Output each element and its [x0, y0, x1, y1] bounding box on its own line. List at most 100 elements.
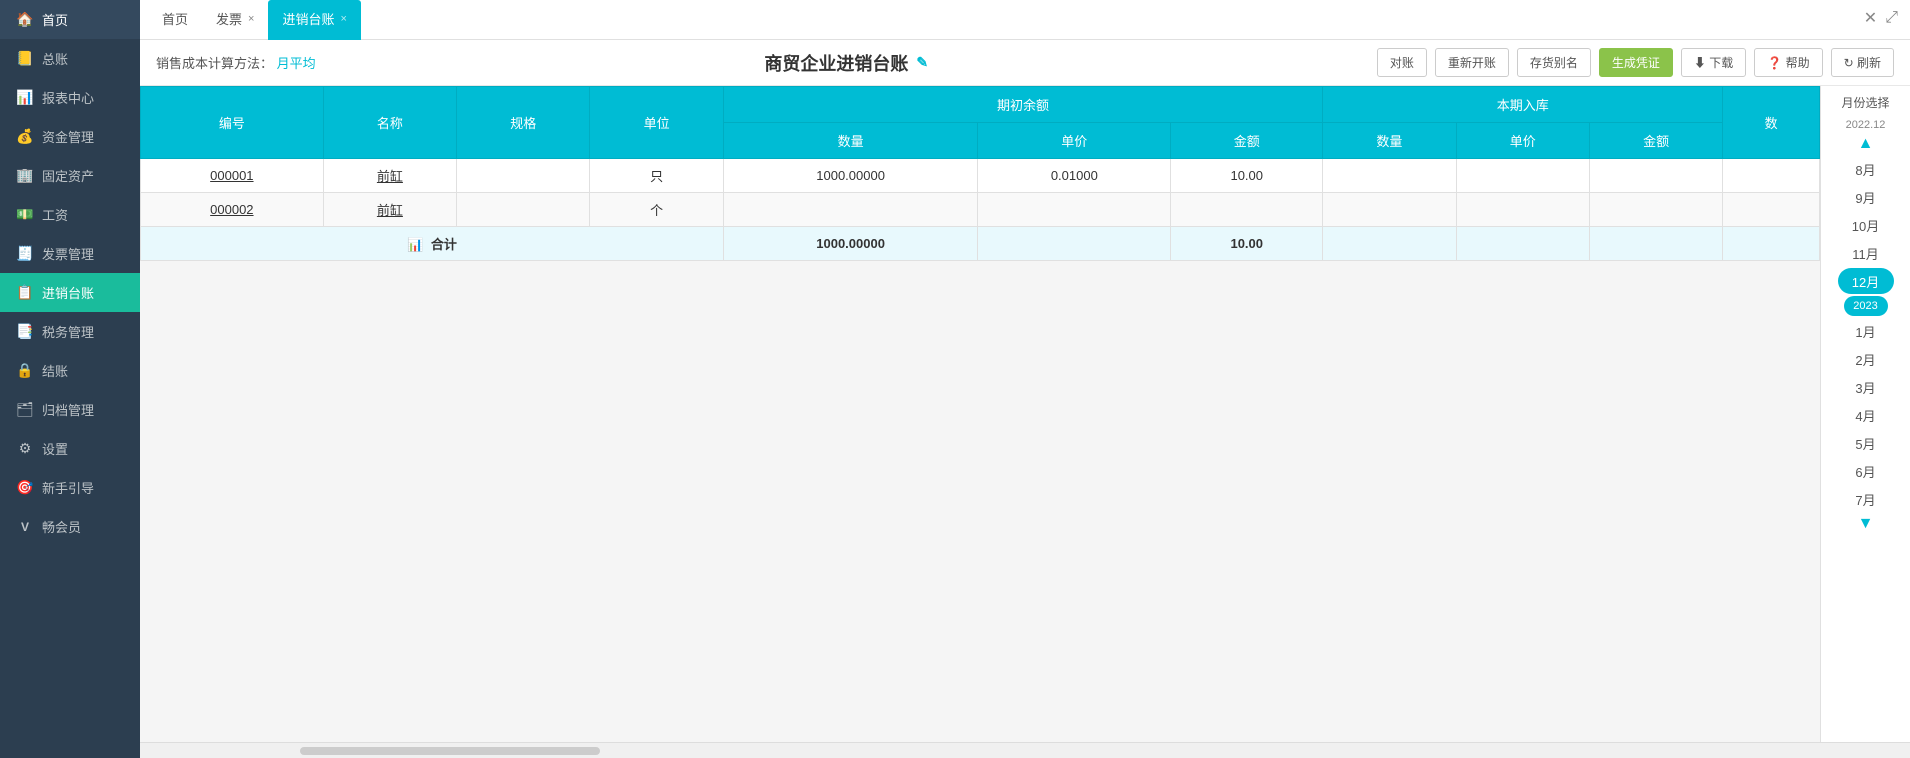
page-title-area: 商贸企业进销台账 ✎: [764, 50, 928, 76]
table-area[interactable]: 编号 名称 规格 单位 期初余额 本期入库 数 数量 单价 金额 数量 单价: [140, 86, 1820, 742]
cell-opening-amount-2: [1171, 193, 1323, 227]
home-icon: 🏠: [16, 11, 34, 28]
sidebar-label-assets: 固定资产: [42, 166, 94, 185]
col-header-opening-price: 单价: [978, 123, 1171, 159]
cell-inbound-price-1: [1456, 159, 1589, 193]
total-inbound-qty: [1323, 227, 1456, 261]
edit-title-icon[interactable]: ✎: [916, 54, 928, 71]
scroll-up-button[interactable]: ▲: [1858, 135, 1874, 153]
total-row: 📊 合计 1000.00000 10.00: [141, 227, 1820, 261]
scroll-down-button[interactable]: ▼: [1858, 515, 1874, 533]
cell-opening-qty-2: [723, 193, 977, 227]
help-icon: ❓: [1767, 56, 1782, 70]
cell-number-1[interactable]: 000001: [141, 159, 324, 193]
close-account-icon: 🔒: [16, 362, 34, 379]
month-item-6[interactable]: 6月: [1838, 458, 1894, 484]
tab-invoice[interactable]: 发票 ×: [202, 0, 268, 40]
help-button[interactable]: ❓ 帮助: [1754, 48, 1822, 77]
sidebar-item-archive[interactable]: 🗂 归档管理: [0, 390, 140, 429]
tab-invoice-close[interactable]: ×: [248, 13, 254, 25]
sidebar-item-ledger[interactable]: 📒 总账: [0, 39, 140, 78]
col-header-inbound-price: 单价: [1456, 123, 1589, 159]
cell-name-2[interactable]: 前缸: [323, 193, 456, 227]
sidebar-item-purchase-sale[interactable]: 📋 进销台账: [0, 273, 140, 312]
data-table: 编号 名称 规格 单位 期初余额 本期入库 数 数量 单价 金额 数量 单价: [140, 86, 1820, 261]
sidebar-label-ledger: 总账: [42, 49, 68, 68]
sidebar-item-tax[interactable]: 📑 税务管理: [0, 312, 140, 351]
sidebar-item-invoice-mgmt[interactable]: 🧾 发票管理: [0, 234, 140, 273]
col-header-opening-qty: 数量: [723, 123, 977, 159]
action-buttons: 对账 重新开账 存货别名 生成凭证 ⬇ 下载 ❓ 帮助 ↻ 刷新: [1377, 48, 1894, 77]
sidebar-label-settings: 设置: [42, 439, 68, 458]
settings-icon: ⚙: [16, 440, 34, 457]
sidebar-item-reports[interactable]: 📊 报表中心: [0, 78, 140, 117]
month-item-11[interactable]: 11月: [1838, 240, 1894, 266]
month-item-10[interactable]: 10月: [1838, 212, 1894, 238]
total-inbound-amount: [1589, 227, 1722, 261]
refresh-icon: ↻: [1844, 56, 1854, 70]
sidebar-item-settings[interactable]: ⚙ 设置: [0, 429, 140, 468]
reports-icon: 📊: [16, 89, 34, 106]
sidebar-item-assets[interactable]: 🏢 固定资产: [0, 156, 140, 195]
total-more: [1723, 227, 1820, 261]
toolbar: 销售成本计算方法： 月平均 商贸企业进销台账 ✎ 对账 重新开账 存货别名 生成…: [140, 40, 1910, 86]
sidebar-label-tax: 税务管理: [42, 322, 94, 341]
tab-home-label: 首页: [162, 9, 188, 28]
window-controls: ✕ ⤢: [1852, 0, 1910, 36]
month-item-5[interactable]: 5月: [1838, 430, 1894, 456]
tab-purchase-sale[interactable]: 进销台账 ×: [268, 0, 360, 40]
tab-purchase-sale-label: 进销台账: [282, 9, 334, 28]
cell-unit-2: 个: [590, 193, 723, 227]
total-inbound-price: [1456, 227, 1589, 261]
generate-voucher-button[interactable]: 生成凭证: [1599, 48, 1673, 77]
tax-icon: 📑: [16, 323, 34, 340]
sidebar-item-funds[interactable]: 💰 资金管理: [0, 117, 140, 156]
sidebar-item-guide[interactable]: 🎯 新手引导: [0, 468, 140, 507]
reopen-button[interactable]: 重新开账: [1435, 48, 1509, 77]
total-opening-price: [978, 227, 1171, 261]
table-row: 000001 前缸 只 1000.00000 0.01000 10.00: [141, 159, 1820, 193]
cell-spec-2: [457, 193, 590, 227]
cell-name-1[interactable]: 前缸: [323, 159, 456, 193]
sidebar-item-salary[interactable]: 💵 工资: [0, 195, 140, 234]
sidebar-item-close[interactable]: 🔒 结账: [0, 351, 140, 390]
month-item-3[interactable]: 3月: [1838, 374, 1894, 400]
month-item-7[interactable]: 7月: [1838, 486, 1894, 512]
sidebar-label-reports: 报表中心: [42, 88, 94, 107]
cell-number-2[interactable]: 000002: [141, 193, 324, 227]
month-item-2[interactable]: 2月: [1838, 346, 1894, 372]
sidebar-label-invoice-mgmt: 发票管理: [42, 244, 94, 263]
cell-opening-qty-1: 1000.00000: [723, 159, 977, 193]
refresh-button[interactable]: ↻ 刷新: [1831, 48, 1894, 77]
ledger-icon: 📒: [16, 50, 34, 67]
sidebar-item-home[interactable]: 🏠 首页: [0, 0, 140, 39]
col-header-inbound-amount: 金额: [1589, 123, 1722, 159]
sidebar-label-purchase-sale: 进销台账: [42, 283, 94, 302]
col-header-unit: 单位: [590, 87, 723, 159]
main-area: ✕ ⤢ 首页 发票 × 进销台账 × 销售成本计算方法： 月平均 商贸企业进销台…: [140, 0, 1910, 758]
sidebar-item-member[interactable]: V 畅会员: [0, 507, 140, 546]
tab-purchase-sale-close[interactable]: ×: [340, 13, 346, 25]
download-button[interactable]: ⬇ 下载: [1681, 48, 1746, 77]
member-icon: V: [16, 520, 34, 534]
total-opening-amount: 10.00: [1171, 227, 1323, 261]
tab-invoice-label: 发票: [216, 9, 242, 28]
tab-home[interactable]: 首页: [148, 0, 202, 40]
month-panel-title: 月份选择: [1841, 94, 1889, 111]
save-alias-button[interactable]: 存货别名: [1517, 48, 1591, 77]
cell-opening-price-1: 0.01000: [978, 159, 1171, 193]
month-item-1[interactable]: 1月: [1838, 318, 1894, 344]
match-button[interactable]: 对账: [1377, 48, 1427, 77]
month-item-4[interactable]: 4月: [1838, 402, 1894, 428]
window-close-button[interactable]: ✕: [1864, 8, 1877, 28]
month-item-8[interactable]: 8月: [1838, 156, 1894, 182]
col-header-opening-amount: 金额: [1171, 123, 1323, 159]
cell-opening-amount-1: 10.00: [1171, 159, 1323, 193]
window-maximize-button[interactable]: ⤢: [1885, 9, 1898, 27]
month-item-9[interactable]: 9月: [1838, 184, 1894, 210]
cell-spec-1: [457, 159, 590, 193]
sidebar-label-archive: 归档管理: [42, 400, 94, 419]
month-item-12[interactable]: 12月: [1838, 268, 1894, 294]
archive-icon: 🗂: [16, 401, 34, 418]
horizontal-scrollbar[interactable]: [140, 742, 1910, 758]
